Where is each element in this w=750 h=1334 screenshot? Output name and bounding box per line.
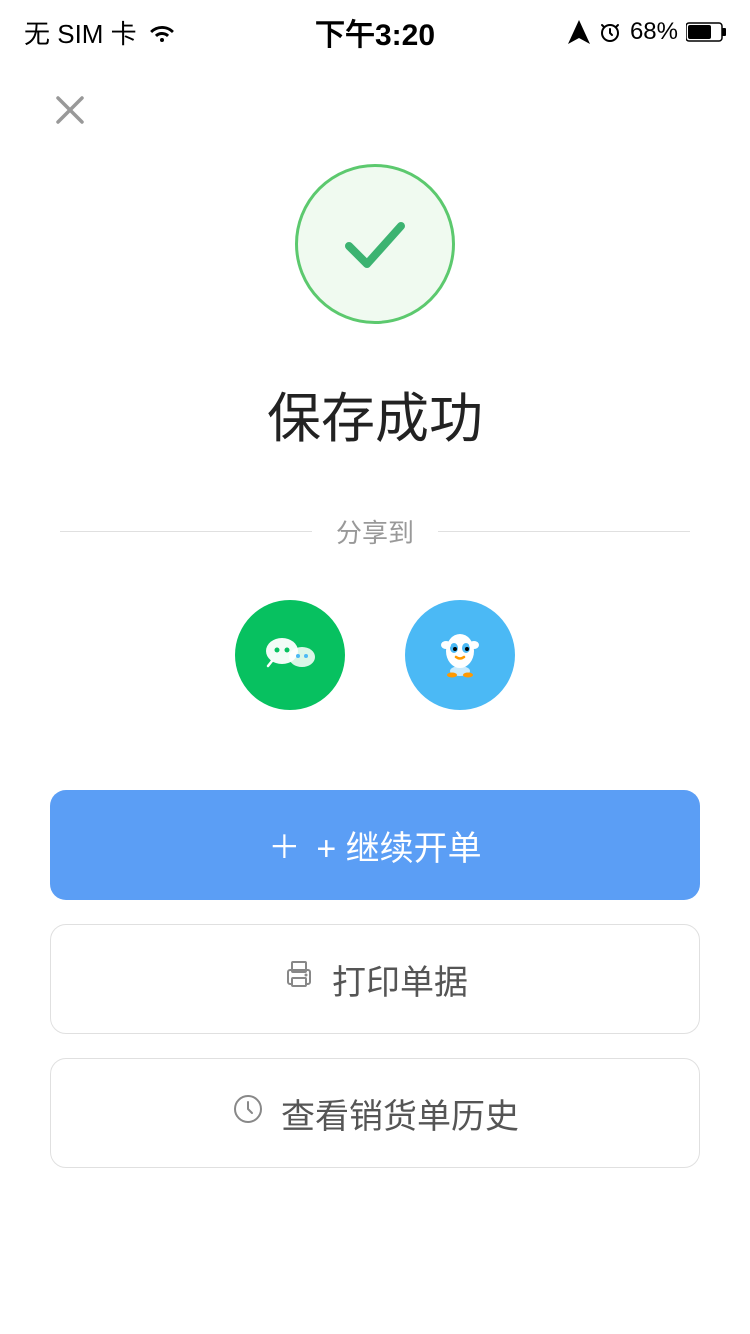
history-button[interactable]: 查看销货单历史 xyxy=(50,1058,700,1168)
action-buttons: ＋ + 继续开单 打印单据 查看销货单历史 xyxy=(0,790,750,1168)
print-button[interactable]: 打印单据 xyxy=(50,924,700,1034)
status-bar: 无 SIM 卡 下午3:20 68% xyxy=(0,0,750,64)
wifi-icon xyxy=(147,20,177,44)
battery-icon xyxy=(686,21,726,43)
close-button[interactable] xyxy=(40,80,100,140)
wechat-share-button[interactable] xyxy=(235,600,345,710)
plus-icon: ＋ xyxy=(268,822,300,868)
history-icon xyxy=(231,1092,265,1134)
battery-label: 68% xyxy=(630,18,678,46)
print-icon xyxy=(282,958,316,1000)
wechat-icon xyxy=(258,623,322,687)
divider-line-right xyxy=(438,531,690,532)
qq-share-button[interactable] xyxy=(405,600,515,710)
continue-order-button[interactable]: ＋ + 继续开单 xyxy=(50,790,700,900)
share-divider: 分享到 xyxy=(0,513,750,550)
success-title: 保存成功 xyxy=(267,374,483,453)
alarm-icon xyxy=(598,20,622,44)
no-sim-label: 无 SIM 卡 xyxy=(24,14,137,51)
qq-icon xyxy=(428,623,492,687)
share-icons-row xyxy=(235,600,515,710)
checkmark-icon xyxy=(335,204,415,284)
print-label: 打印单据 xyxy=(332,955,468,1004)
status-time: 下午3:20 xyxy=(315,10,435,54)
continue-order-label: + 继续开单 xyxy=(316,821,481,870)
success-circle xyxy=(295,164,455,324)
close-icon xyxy=(52,92,88,128)
divider-line-left xyxy=(60,531,312,532)
share-label: 分享到 xyxy=(312,513,438,550)
location-icon xyxy=(568,20,590,44)
main-content: 保存成功 分享到 xyxy=(0,64,750,1168)
status-right: 68% xyxy=(568,18,726,46)
history-label: 查看销货单历史 xyxy=(281,1089,519,1138)
status-left: 无 SIM 卡 xyxy=(24,14,177,51)
